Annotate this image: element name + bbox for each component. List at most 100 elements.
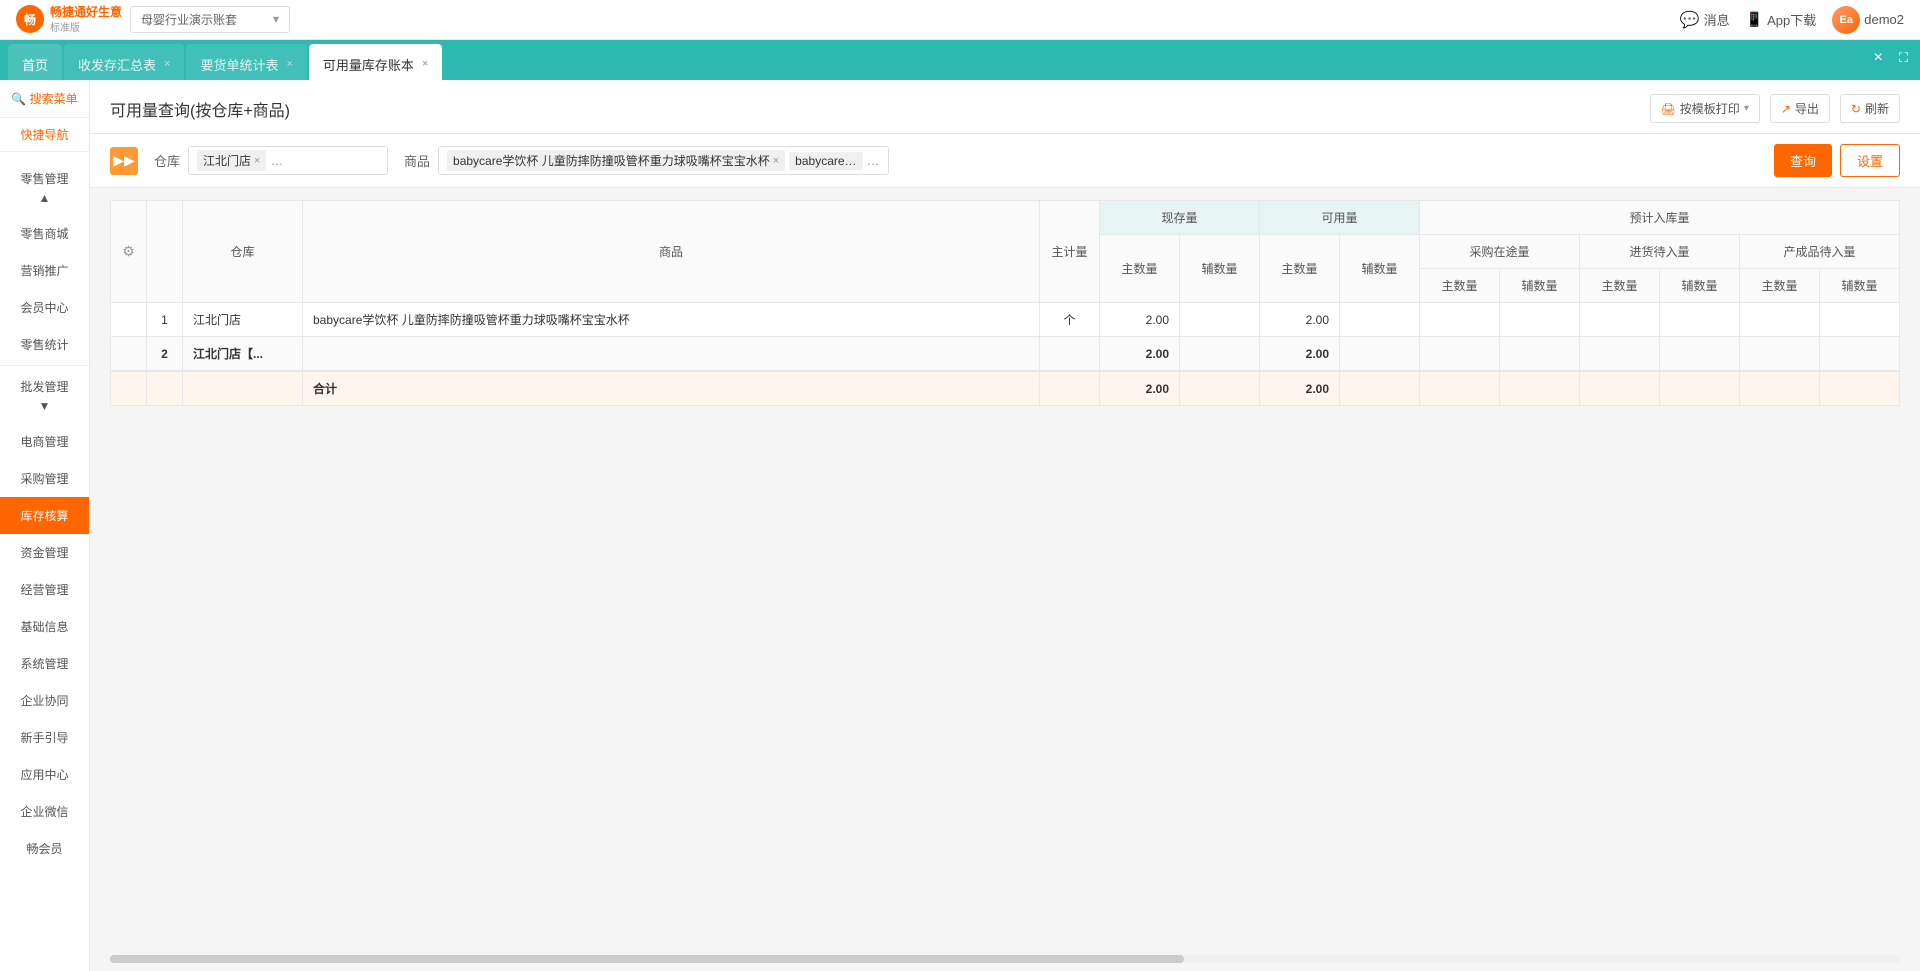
sidebar-item-newbie[interactable]: 新手引导 [0, 719, 89, 756]
footer-finished-main [1740, 371, 1820, 406]
warehouse-tag-area[interactable]: 江北门店 × … [188, 146, 388, 175]
sidebar-item-system[interactable]: 系统管理 [0, 645, 89, 682]
avatar: Ea [1832, 6, 1860, 34]
tab-order-stats[interactable]: 要货单统计表 × [186, 44, 306, 84]
product-tag-area[interactable]: babycare学饮杯 儿童防摔防撞吸管杯重力球吸嘴杯宝宝水杯 × babyca… [438, 146, 889, 175]
row1-purchase-main [1420, 303, 1500, 337]
settings-filter-button[interactable]: 设置 [1840, 144, 1900, 177]
filter-toggle-button[interactable]: ▶▶ [110, 147, 138, 175]
row2-avail-main: 2.00 [1260, 337, 1340, 372]
data-table: ⚙ 仓库 商品 主计量 现存量 可用量 预计入库量 主数量 辅数量 主数量 [110, 200, 1900, 406]
logo-text-block: 畅捷通好生意 标准版 [50, 5, 122, 34]
sidebar-item-basics[interactable]: 基础信息 [0, 608, 89, 645]
row1-finished-main [1740, 303, 1820, 337]
sidebar-search-label: 搜索菜单 [30, 92, 78, 106]
sidebar-item-inventory-label: 库存核算 [20, 507, 68, 524]
product-filter-more[interactable]: … [867, 153, 880, 168]
row2-unit [1040, 337, 1100, 372]
expand-icon[interactable]: ⛶ [1895, 48, 1912, 68]
row2-settings [111, 337, 147, 372]
template-print-button[interactable]: 🖨 按模板打印 ▾ [1650, 94, 1760, 123]
sidebar-item-ecommerce-label: 电商管理 [20, 433, 68, 450]
th-num [147, 201, 183, 303]
product-tag-1-value: babycare学饮杯 儿童防摔防撞吸管杯重力球吸嘴杯宝宝水杯 [453, 152, 770, 169]
sidebar-item-app-center[interactable]: 应用中心 [0, 756, 89, 793]
footer-avail-main: 2.00 [1260, 371, 1340, 406]
sidebar-item-marketing[interactable]: 营销推广 [0, 252, 89, 289]
page-header: 可用量查询(按仓库+商品) 🖨 按模板打印 ▾ ↗ 导出 ↻ 刷新 [90, 80, 1920, 134]
top-bar: 畅 畅捷通好生意 标准版 母婴行业演示账套 ▾ 💬 消息 📱 App下载 Ea … [0, 0, 1920, 40]
th-available-group: 可用量 [1260, 201, 1420, 235]
sidebar-item-members[interactable]: 会员中心 [0, 289, 89, 326]
sidebar-item-wechat-work[interactable]: 企业微信 [0, 793, 89, 830]
sidebar-item-marketing-label: 营销推广 [20, 262, 68, 279]
th-settings: ⚙ [111, 201, 147, 303]
tab-home[interactable]: 首页 [8, 44, 62, 84]
user-profile[interactable]: Ea demo2 [1832, 6, 1904, 34]
sidebar-item-operations[interactable]: 经营管理 [0, 571, 89, 608]
row2-stock-aux [1180, 337, 1260, 372]
warehouse-filter-more[interactable]: … [270, 153, 283, 168]
tab-order-stats-label: 要货单统计表 [200, 55, 278, 74]
sidebar-item-retail-stats[interactable]: 零售统计 [0, 326, 89, 363]
sidebar-nav-label: 快捷导航 [20, 128, 68, 142]
sidebar-item-retail-mall[interactable]: 零售商城 [0, 215, 89, 252]
row1-incoming-aux [1660, 303, 1740, 337]
product-tag-1-remove[interactable]: × [773, 155, 779, 167]
tab-stock-summary-close[interactable]: × [164, 58, 170, 70]
sidebar-item-finance[interactable]: 资金管理 [0, 534, 89, 571]
th-purchase-aux: 辅数量 [1500, 269, 1580, 303]
product-tag-1: babycare学饮杯 儿童防摔防撞吸管杯重力球吸嘴杯宝宝水杯 × [447, 150, 785, 171]
th-product: 商品 [303, 201, 1040, 303]
tab-stock-summary[interactable]: 收发存汇总表 × [64, 44, 184, 84]
sidebar-item-basics-label: 基础信息 [20, 618, 68, 635]
template-selector[interactable]: 母婴行业演示账套 ▾ [130, 6, 290, 33]
search-button[interactable]: 查询 [1774, 144, 1832, 177]
tab-available-stock-close[interactable]: × [422, 58, 428, 70]
footer-incoming-main [1580, 371, 1660, 406]
sidebar-item-member-club[interactable]: 畅会员 [0, 830, 89, 867]
sidebar-item-operations-label: 经营管理 [20, 581, 68, 598]
sidebar-item-enterprise-collab[interactable]: 企业协同 [0, 682, 89, 719]
horizontal-scrollbar[interactable] [110, 955, 1900, 963]
tab-available-stock[interactable]: 可用量库存账本 × [309, 44, 442, 84]
sidebar-item-purchase[interactable]: 采购管理 [0, 460, 89, 497]
th-stock-aux: 辅数量 [1180, 235, 1260, 303]
sidebar-item-ecommerce[interactable]: 电商管理 [0, 423, 89, 460]
th-finished-main: 主数量 [1740, 269, 1820, 303]
th-purchase-transit: 采购在途量 [1420, 235, 1580, 269]
filter-actions: 查询 设置 [1774, 144, 1900, 177]
close-tab-icon[interactable]: × [1870, 47, 1887, 69]
logo-icon: 畅 [16, 5, 44, 33]
sidebar-item-wholesale-mgmt[interactable]: 批发管理 ▼ [0, 368, 89, 423]
warehouse-tag-remove[interactable]: × [254, 155, 260, 167]
top-bar-right: 💬 消息 📱 App下载 Ea demo2 [1680, 6, 1904, 34]
row1-finished-aux [1820, 303, 1900, 337]
sidebar-search-menu[interactable]: 🔍 搜索菜单 [0, 80, 89, 118]
export-label: 导出 [1795, 100, 1819, 117]
refresh-button[interactable]: ↻ 刷新 [1840, 94, 1900, 123]
table-row: 2 江北门店【... 2.00 2.00 [111, 337, 1900, 372]
refresh-icon: ↻ [1851, 102, 1861, 116]
export-button[interactable]: ↗ 导出 [1770, 94, 1830, 123]
sidebar-quick-nav[interactable]: 快捷导航 [0, 118, 89, 152]
warehouse-filter-label: 仓库 [154, 151, 180, 170]
message-label: 消息 [1704, 10, 1730, 29]
scroll-thumb[interactable] [110, 955, 1184, 963]
sidebar: 🔍 搜索菜单 快捷导航 零售管理 ▲ 零售商城 营销推广 会员中心 零售统计 [0, 80, 90, 971]
row2-incoming-aux [1660, 337, 1740, 372]
search-icon: 🔍 [11, 92, 26, 106]
tab-order-stats-close[interactable]: × [286, 58, 292, 70]
row2-incoming-main [1580, 337, 1660, 372]
logo-sub: 标准版 [50, 19, 122, 34]
message-button[interactable]: 💬 消息 [1680, 10, 1730, 30]
table-settings-icon[interactable]: ⚙ [122, 243, 135, 259]
sidebar-item-retail-mgmt[interactable]: 零售管理 ▲ [0, 160, 89, 215]
app-download-button[interactable]: 📱 App下载 [1746, 10, 1817, 29]
row1-product: babycare学饮杯 儿童防摔防撞吸管杯重力球吸嘴杯宝宝水杯 [303, 303, 1040, 337]
row1-incoming-main [1580, 303, 1660, 337]
sidebar-item-inventory[interactable]: 库存核算 [0, 497, 89, 534]
sidebar-item-retail-stats-label: 零售统计 [20, 336, 68, 353]
row2-purchase-main [1420, 337, 1500, 372]
tab-stock-summary-label: 收发存汇总表 [78, 55, 156, 74]
